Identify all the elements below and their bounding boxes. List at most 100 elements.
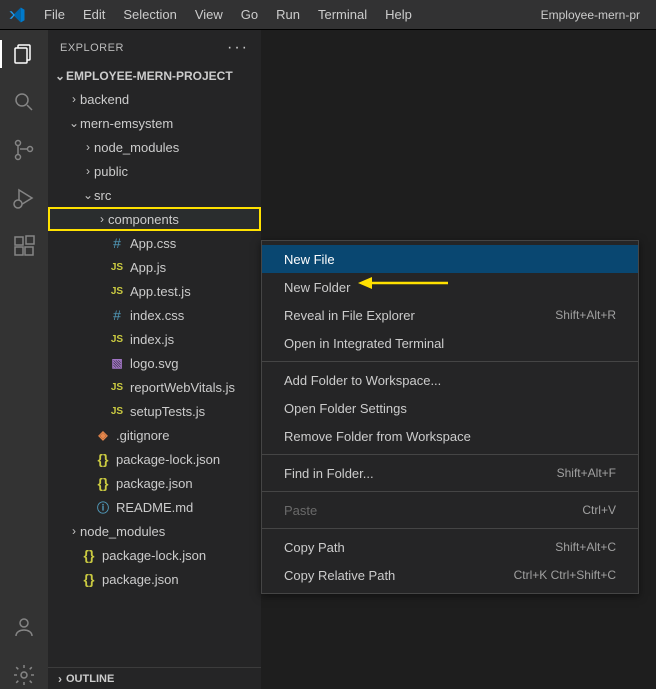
file-app-css[interactable]: # App.css <box>48 231 261 255</box>
folder-src[interactable]: ⌄ src <box>48 183 261 207</box>
context-shortcut: Ctrl+K Ctrl+Shift+C <box>514 568 616 582</box>
file-gitignore[interactable]: ◈ .gitignore <box>48 423 261 447</box>
context-open-terminal[interactable]: Open in Integrated Terminal <box>262 329 638 357</box>
context-paste: Paste Ctrl+V <box>262 496 638 524</box>
tree-label: package.json <box>102 572 179 587</box>
context-new-folder[interactable]: New Folder <box>262 273 638 301</box>
activity-settings-icon[interactable] <box>10 661 38 689</box>
context-copy-relative-path[interactable]: Copy Relative Path Ctrl+K Ctrl+Shift+C <box>262 561 638 589</box>
context-label: Open Folder Settings <box>284 401 407 416</box>
menu-bar: File Edit Selection View Go Run Terminal… <box>36 3 420 26</box>
git-icon: ◈ <box>94 428 112 442</box>
folder-node-modules-root[interactable]: › node_modules <box>48 519 261 543</box>
context-separator <box>262 361 638 362</box>
file-readme[interactable]: ⓘ README.md <box>48 495 261 519</box>
tree-label: setupTests.js <box>130 404 205 419</box>
tree-label: App.test.js <box>130 284 191 299</box>
tree-label: components <box>108 212 179 227</box>
tree-label: src <box>94 188 111 203</box>
menu-file[interactable]: File <box>36 3 73 26</box>
svg-icon: ▧ <box>108 356 126 370</box>
chevron-right-icon: › <box>82 164 94 178</box>
json-icon: {} <box>94 475 112 491</box>
project-name: EMPLOYEE-MERN-PROJECT <box>66 69 233 83</box>
context-shortcut: Shift+Alt+F <box>557 466 616 480</box>
json-icon: {} <box>94 451 112 467</box>
chevron-right-icon: › <box>96 212 108 226</box>
menu-terminal[interactable]: Terminal <box>310 3 375 26</box>
explorer-sidebar: EXPLORER ··· ⌄ EMPLOYEE-MERN-PROJECT › b… <box>48 30 261 689</box>
tree-label: node_modules <box>94 140 179 155</box>
context-label: Paste <box>284 503 317 518</box>
chevron-right-icon: › <box>68 92 80 106</box>
context-find-in-folder[interactable]: Find in Folder... Shift+Alt+F <box>262 459 638 487</box>
json-icon: {} <box>80 547 98 563</box>
file-report-web-vitals[interactable]: JS reportWebVitals.js <box>48 375 261 399</box>
info-icon: ⓘ <box>94 499 112 516</box>
context-label: Copy Path <box>284 540 345 555</box>
project-root[interactable]: ⌄ EMPLOYEE-MERN-PROJECT <box>48 65 261 87</box>
file-package-lock-json[interactable]: {} package-lock.json <box>48 447 261 471</box>
activity-bar <box>0 30 48 689</box>
tree-label: node_modules <box>80 524 165 539</box>
context-new-file[interactable]: New File <box>262 245 638 273</box>
file-logo-svg[interactable]: ▧ logo.svg <box>48 351 261 375</box>
folder-backend[interactable]: › backend <box>48 87 261 111</box>
context-reveal[interactable]: Reveal in File Explorer Shift+Alt+R <box>262 301 638 329</box>
folder-public[interactable]: › public <box>48 159 261 183</box>
folder-mern-emsystem[interactable]: ⌄ mern-emsystem <box>48 111 261 135</box>
folder-node-modules[interactable]: › node_modules <box>48 135 261 159</box>
css-icon: # <box>108 235 126 251</box>
menu-run[interactable]: Run <box>268 3 308 26</box>
context-separator <box>262 491 638 492</box>
chevron-right-icon: › <box>68 524 80 538</box>
tree-label: index.js <box>130 332 174 347</box>
menu-selection[interactable]: Selection <box>115 3 184 26</box>
chevron-down-icon: ⌄ <box>68 116 80 130</box>
folder-components[interactable]: › components <box>48 207 261 231</box>
menu-go[interactable]: Go <box>233 3 266 26</box>
js-icon: JS <box>108 286 126 297</box>
menu-view[interactable]: View <box>187 3 231 26</box>
context-open-folder-settings[interactable]: Open Folder Settings <box>262 394 638 422</box>
file-app-js[interactable]: JS App.js <box>48 255 261 279</box>
chevron-down-icon: ⌄ <box>82 188 94 202</box>
vscode-logo-icon <box>8 6 26 24</box>
context-add-folder[interactable]: Add Folder to Workspace... <box>262 366 638 394</box>
tree-label: package-lock.json <box>102 548 206 563</box>
file-package-lock-json-root[interactable]: {} package-lock.json <box>48 543 261 567</box>
menu-help[interactable]: Help <box>377 3 420 26</box>
tree-label: README.md <box>116 500 193 515</box>
activity-debug-icon[interactable] <box>10 184 38 212</box>
chevron-right-icon: › <box>82 140 94 154</box>
context-label: Copy Relative Path <box>284 568 395 583</box>
file-index-js[interactable]: JS index.js <box>48 327 261 351</box>
context-remove-folder[interactable]: Remove Folder from Workspace <box>262 422 638 450</box>
js-icon: JS <box>108 382 126 393</box>
context-label: New Folder <box>284 280 350 295</box>
explorer-more-icon[interactable]: ··· <box>227 39 249 57</box>
tree-label: public <box>94 164 128 179</box>
file-app-test-js[interactable]: JS App.test.js <box>48 279 261 303</box>
file-package-json[interactable]: {} package.json <box>48 471 261 495</box>
file-index-css[interactable]: # index.css <box>48 303 261 327</box>
activity-account-icon[interactable] <box>10 613 38 641</box>
activity-source-control-icon[interactable] <box>10 136 38 164</box>
file-setup-tests[interactable]: JS setupTests.js <box>48 399 261 423</box>
activity-search-icon[interactable] <box>10 88 38 116</box>
js-icon: JS <box>108 334 126 345</box>
context-label: New File <box>284 252 335 267</box>
tree-label: mern-emsystem <box>80 116 173 131</box>
title-bar: File Edit Selection View Go Run Terminal… <box>0 0 656 30</box>
file-package-json-root[interactable]: {} package.json <box>48 567 261 591</box>
explorer-header: EXPLORER ··· <box>48 30 261 65</box>
activity-explorer-icon[interactable] <box>10 40 38 68</box>
context-copy-path[interactable]: Copy Path Shift+Alt+C <box>262 533 638 561</box>
context-shortcut: Shift+Alt+C <box>555 540 616 554</box>
chevron-right-icon: › <box>54 672 66 686</box>
tree-label: App.js <box>130 260 166 275</box>
outline-section[interactable]: › OUTLINE <box>48 667 261 689</box>
menu-edit[interactable]: Edit <box>75 3 113 26</box>
activity-extensions-icon[interactable] <box>10 232 38 260</box>
css-icon: # <box>108 307 126 323</box>
